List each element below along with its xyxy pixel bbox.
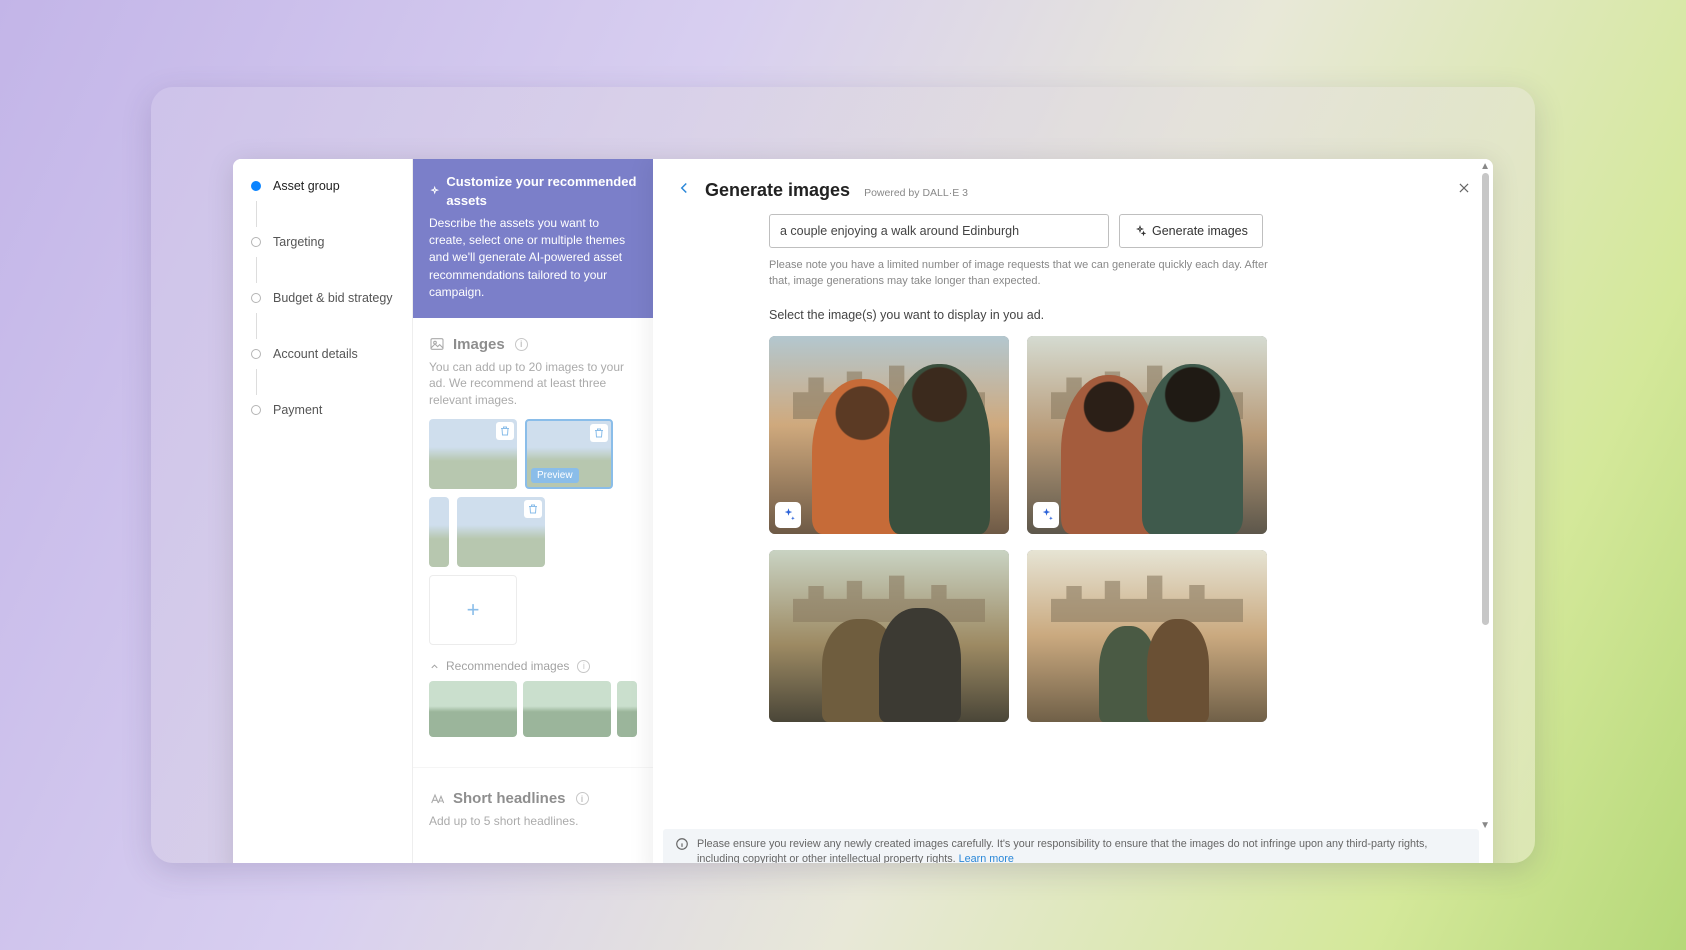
image-thumb-grid: Preview + [429,419,637,645]
nav-dot-icon [251,237,261,247]
nav-label: Targeting [273,235,324,249]
generated-image[interactable] [1027,550,1267,722]
recommended-images-label: Recommended images [446,659,569,673]
panel-header: Generate images Powered by DALL·E 3 [675,179,1433,202]
sparkle-icon [429,185,440,199]
recommended-images-row [429,681,637,737]
panel-title: Generate images [705,180,850,201]
nav-label: Account details [273,347,358,361]
request-limit-note: Please note you have a limited number of… [769,258,1269,290]
delete-icon[interactable] [524,500,542,518]
images-desc: You can add up to 20 images to your ad. … [429,359,637,409]
nav-connector [256,257,257,283]
learn-more-link[interactable]: Learn more [959,853,1014,863]
nav-item-payment[interactable]: Payment [251,403,412,417]
delete-icon[interactable] [496,422,514,440]
nav-dot-icon [251,293,261,303]
nav-connector [256,201,257,227]
app-window: Asset group Targeting Budget & bid strat… [233,159,1493,863]
nav-label: Asset group [273,179,340,193]
delete-icon[interactable] [590,424,608,442]
headlines-heading-text: Short headlines [453,790,566,807]
info-icon [675,837,689,851]
disclaimer-text: Please ensure you review any newly creat… [697,838,1427,863]
text-icon [429,791,445,807]
generate-images-button[interactable]: Generate images [1119,214,1263,248]
generated-image[interactable] [769,336,1009,534]
nav-dot-icon [251,349,261,359]
prompt-row: Generate images [769,214,1433,248]
images-section: Images i You can add up to 20 images to … [413,336,653,749]
recommended-thumb[interactable] [523,681,611,737]
generate-button-label: Generate images [1152,224,1248,238]
banner-title-text: Customize your recommended assets [446,173,637,211]
nav-connector [256,369,257,395]
chevron-up-icon [429,661,440,672]
image-thumb[interactable] [429,419,517,489]
backdrop-card: Asset group Targeting Budget & bid strat… [151,87,1535,863]
customize-banner: Customize your recommended assets Descri… [413,159,653,318]
prompt-input[interactable] [769,214,1109,248]
nav-connector [256,313,257,339]
generated-images-grid [769,336,1433,722]
images-heading-text: Images [453,336,505,353]
add-image-button[interactable]: + [429,575,517,645]
recommended-thumb[interactable] [429,681,517,737]
scrollbar[interactable] [1482,173,1489,819]
info-icon[interactable]: i [515,338,528,351]
scrollbar-thumb[interactable] [1482,173,1489,625]
image-thumb[interactable] [457,497,545,567]
ai-badge-icon [775,502,801,528]
image-icon [429,336,445,352]
banner-body: Describe the assets you want to create, … [429,215,637,302]
preview-badge: Preview [531,468,579,483]
nav-dot-icon [251,405,261,415]
image-thumb-preview[interactable]: Preview [525,419,613,489]
headlines-heading: Short headlines i [429,790,637,807]
generated-image[interactable] [769,550,1009,722]
scroll-up-icon[interactable]: ▲ [1480,161,1490,172]
nav-label: Payment [273,403,322,417]
recommended-thumb[interactable] [617,681,637,737]
select-images-label: Select the image(s) you want to display … [769,308,1433,322]
scroll-down-icon[interactable]: ▼ [1480,820,1490,831]
panel-subtitle: Powered by DALL·E 3 [864,187,968,199]
nav-item-asset-group[interactable]: Asset group [251,179,412,193]
arrow-left-icon [675,179,693,197]
sparkle-icon [1134,225,1146,237]
recommended-images-toggle[interactable]: Recommended images i [429,659,637,673]
nav-dot-icon [251,181,261,191]
ai-badge-icon [1033,502,1059,528]
left-nav: Asset group Targeting Budget & bid strat… [233,159,413,863]
nav-item-account-details[interactable]: Account details [251,347,412,361]
headlines-desc: Add up to 5 short headlines. [429,813,637,830]
image-thumb[interactable] [429,497,449,567]
banner-title: Customize your recommended assets [429,173,637,211]
disclaimer-banner: Please ensure you review any newly creat… [663,829,1479,863]
nav-label: Budget & bid strategy [273,291,393,305]
generate-images-panel: Generate images Powered by DALL·E 3 Gene… [653,159,1493,863]
main-column: Customize your recommended assets Descri… [413,159,653,863]
nav-item-targeting[interactable]: Targeting [251,235,412,249]
info-icon[interactable]: i [576,792,589,805]
images-heading: Images i [429,336,637,353]
info-icon[interactable]: i [577,660,590,673]
generated-image[interactable] [1027,336,1267,534]
nav-item-budget[interactable]: Budget & bid strategy [251,291,412,305]
back-button[interactable] [675,179,693,202]
short-headlines-section: Short headlines i Add up to 5 short head… [413,767,653,848]
